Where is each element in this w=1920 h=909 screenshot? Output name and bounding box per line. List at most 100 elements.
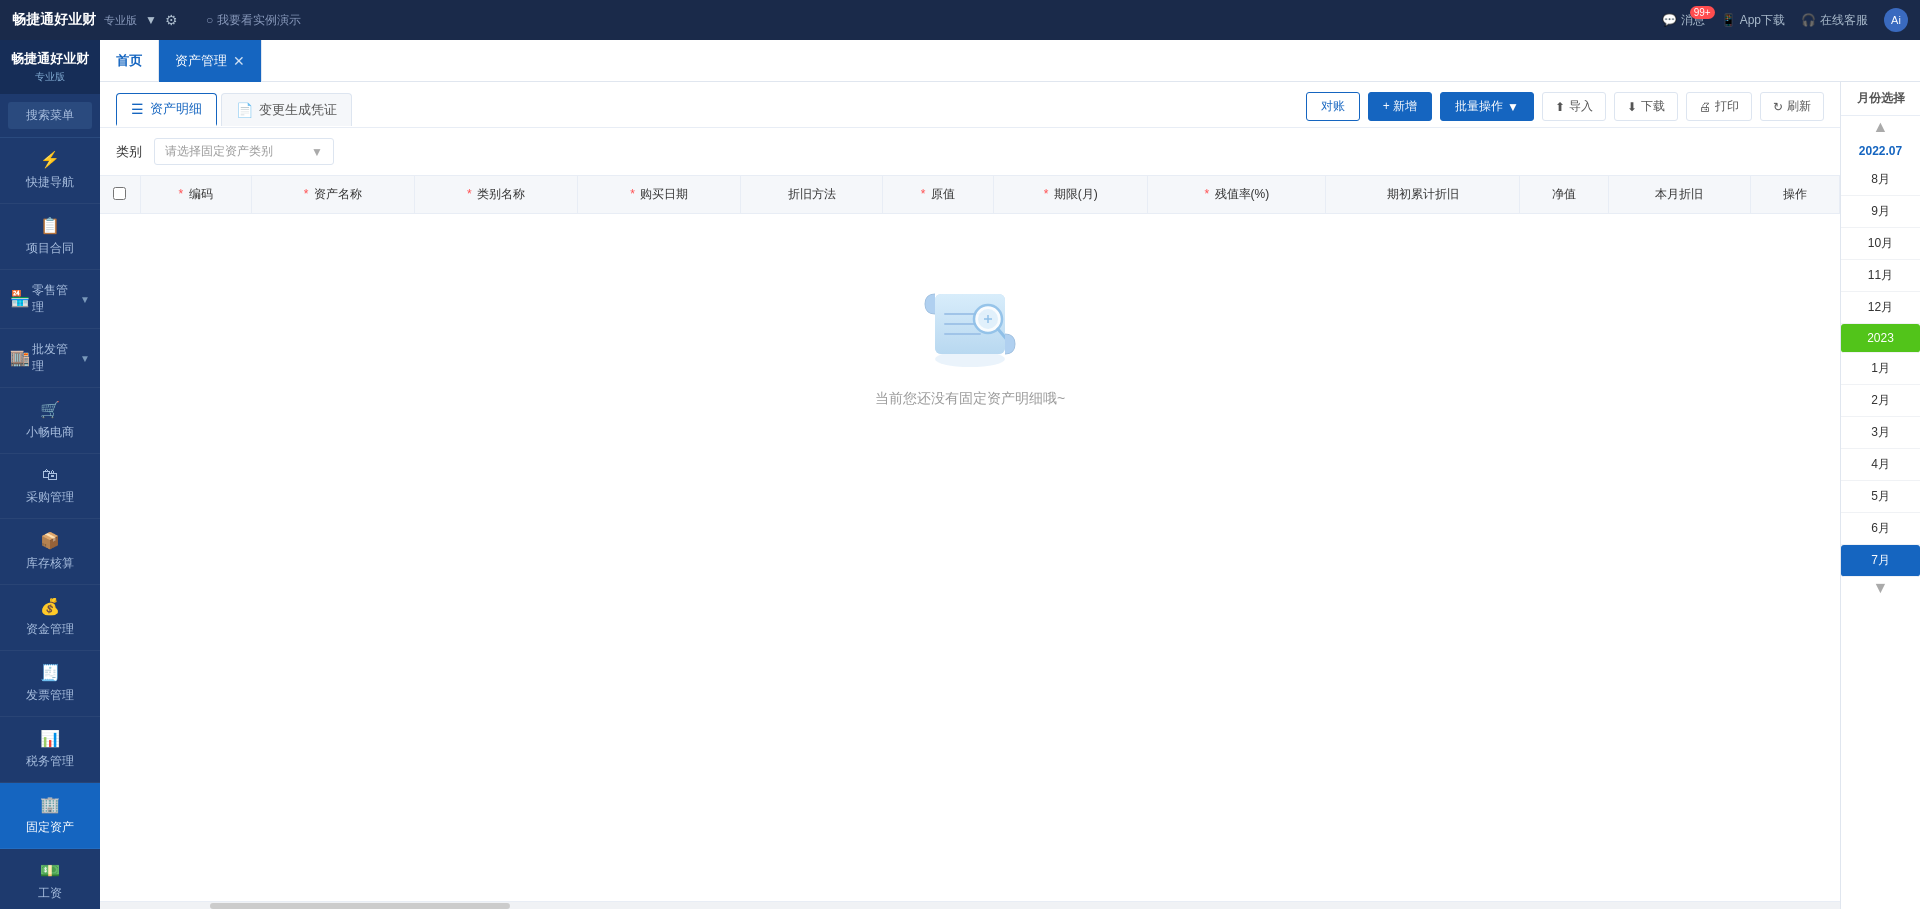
demo-label: 我要看实例演示 [217, 12, 301, 29]
month-item[interactable]: 1月 [1841, 353, 1920, 385]
th-net-value: 净值 [1519, 176, 1608, 214]
asset-detail-label: 资产明细 [150, 100, 202, 118]
app-title: 畅捷通好业财 [12, 11, 96, 29]
sub-tab-change-voucher[interactable]: 📄 变更生成凭证 [221, 93, 352, 126]
sidebar-item-tax-mgmt[interactable]: 📊 税务管理 [0, 717, 100, 783]
th-category: * 类别名称 [414, 176, 577, 214]
demo-link[interactable]: ○ 我要看实例演示 [206, 12, 301, 29]
sidebar: 畅捷通好业财 专业版 搜索菜单 ⚡ 快捷导航 📋 项目合同 🏪 零售管理 ▼ 🏬… [0, 40, 100, 909]
company-dropdown[interactable]: ▼ [145, 13, 157, 27]
th-period-label: 期限(月) [1054, 187, 1098, 201]
sub-tab-left: ☰ 资产明细 📄 变更生成凭证 [116, 93, 352, 126]
fund-icon: 💰 [40, 597, 60, 616]
sidebar-item-quick-nav[interactable]: ⚡ 快捷导航 [0, 138, 100, 204]
online-service-btn[interactable]: 🎧 在线客服 [1801, 12, 1868, 29]
month-down-arrow[interactable]: ▼ [1873, 579, 1889, 597]
month-item[interactable]: 3月 [1841, 417, 1920, 449]
add-btn[interactable]: + 新增 [1368, 92, 1432, 121]
download-label: 下载 [1641, 98, 1665, 115]
month-item[interactable]: 11月 [1841, 260, 1920, 292]
bottom-scrollbar[interactable] [100, 901, 1840, 909]
th-original-value-label: 原值 [931, 187, 955, 201]
th-category-label: 类别名称 [477, 187, 525, 201]
filter-placeholder: 请选择固定资产类别 [165, 143, 273, 160]
user-avatar[interactable]: Ai [1884, 8, 1908, 32]
month-nav-up-btn[interactable]: ▲ [1841, 116, 1920, 138]
sidebar-item-ecommerce[interactable]: 🛒 小畅电商 [0, 388, 100, 454]
sidebar-logo-text: 畅捷通好业财 [11, 50, 89, 68]
refresh-icon: ↻ [1773, 100, 1783, 114]
sidebar-item-project-contract[interactable]: 📋 项目合同 [0, 204, 100, 270]
sidebar-item-retail-mgmt[interactable]: 🏪 零售管理 ▼ [0, 270, 100, 329]
app-download-label: App下载 [1740, 12, 1785, 29]
sidebar-item-label: 零售管理 [32, 282, 77, 316]
main-panel: ☰ 资产明细 📄 变更生成凭证 对账 + 新增 批量操作 ▼ [100, 82, 1840, 909]
retail-label-row: 🏪 零售管理 [10, 282, 77, 316]
top-bar: 畅捷通好业财 专业版 ▼ ⚙ ○ 我要看实例演示 💬 消息 99+ 📱 App下… [0, 0, 1920, 40]
table-header-row: * 编码 * 资产名称 * 类别名称 [100, 176, 1840, 214]
month-item[interactable]: 2023 [1841, 324, 1920, 353]
sidebar-item-invoice-mgmt[interactable]: 🧾 发票管理 [0, 651, 100, 717]
select-all-checkbox[interactable] [113, 187, 126, 200]
filter-category-label: 类别 [116, 143, 142, 161]
purchase-icon: 🛍 [42, 466, 58, 484]
demo-circle-icon: ○ [206, 13, 213, 27]
th-residual-rate-label: 残值率(%) [1215, 187, 1270, 201]
th-accumulated-depreciation: 期初累计折旧 [1326, 176, 1520, 214]
sidebar-item-fixed-assets[interactable]: 🏢 固定资产 [0, 783, 100, 849]
sidebar-item-purchase-mgmt[interactable]: 🛍 采购管理 [0, 454, 100, 519]
top-bar-right: 💬 消息 99+ 📱 App下载 🎧 在线客服 Ai [1662, 8, 1908, 32]
month-item[interactable]: 12月 [1841, 292, 1920, 324]
wholesale-icon: 🏬 [10, 348, 30, 367]
empty-state-text: 当前您还没有固定资产明细哦~ [875, 390, 1065, 408]
top-bar-left: 畅捷通好业财 专业版 ▼ ⚙ ○ 我要看实例演示 [12, 11, 301, 29]
reconcile-btn[interactable]: 对账 [1306, 92, 1360, 121]
th-residual-rate: * 残值率(%) [1148, 176, 1326, 214]
settings-icon[interactable]: ⚙ [165, 12, 178, 28]
sidebar-item-payroll[interactable]: 💵 工资 [0, 849, 100, 909]
app-download-icon: 📱 [1721, 13, 1736, 27]
filter-category-select[interactable]: 请选择固定资产类别 ▼ [154, 138, 334, 165]
sidebar-item-fund-mgmt[interactable]: 💰 资金管理 [0, 585, 100, 651]
month-item[interactable]: 2月 [1841, 385, 1920, 417]
month-item[interactable]: 8月 [1841, 164, 1920, 196]
sub-tab-actions: 对账 + 新增 批量操作 ▼ ⬆ 导入 ⬇ 下载 [1306, 92, 1824, 127]
sidebar-item-wholesale-mgmt[interactable]: 🏬 批发管理 ▼ [0, 329, 100, 388]
app-download-btn[interactable]: 📱 App下载 [1721, 12, 1785, 29]
tab-asset-mgmt[interactable]: 资产管理 ✕ [159, 40, 262, 82]
month-up-arrow[interactable]: ▲ [1873, 118, 1889, 136]
tab-home[interactable]: 首页 [100, 40, 159, 82]
month-item[interactable]: 6月 [1841, 513, 1920, 545]
chevron-down-icon-2: ▼ [80, 353, 90, 364]
month-item[interactable]: 7月 [1841, 545, 1920, 577]
th-accumulated-label: 期初累计折旧 [1387, 187, 1459, 201]
search-menu-btn[interactable]: 搜索菜单 [8, 102, 92, 129]
sidebar-item-label: 税务管理 [26, 753, 74, 770]
print-label: 打印 [1715, 98, 1739, 115]
refresh-btn[interactable]: ↻ 刷新 [1760, 92, 1824, 121]
month-item[interactable]: 4月 [1841, 449, 1920, 481]
filter-arrow-icon: ▼ [311, 145, 323, 159]
quick-nav-icon: ⚡ [40, 150, 60, 169]
month-item[interactable]: 9月 [1841, 196, 1920, 228]
app-edition: 专业版 [104, 13, 137, 28]
download-btn[interactable]: ⬇ 下载 [1614, 92, 1678, 121]
scroll-thumb[interactable] [210, 903, 510, 909]
month-panel-header: 月份选择 [1841, 82, 1920, 116]
print-btn[interactable]: 🖨 打印 [1686, 92, 1752, 121]
home-tab-label: 首页 [116, 52, 142, 70]
th-purchase-date-label: 购买日期 [640, 187, 688, 201]
sub-tab-asset-detail[interactable]: ☰ 资产明细 [116, 93, 217, 126]
sidebar-item-inventory[interactable]: 📦 库存核算 [0, 519, 100, 585]
month-nav-down-btn[interactable]: ▼ [1841, 577, 1920, 599]
change-voucher-label: 变更生成凭证 [259, 101, 337, 119]
month-year-label: 2022.07 [1841, 138, 1920, 164]
batch-btn[interactable]: 批量操作 ▼ [1440, 92, 1534, 121]
message-btn[interactable]: 💬 消息 99+ [1662, 12, 1705, 29]
tab-close-icon[interactable]: ✕ [233, 53, 245, 69]
import-label: 导入 [1569, 98, 1593, 115]
month-item[interactable]: 10月 [1841, 228, 1920, 260]
page-content: ☰ 资产明细 📄 变更生成凭证 对账 + 新增 批量操作 ▼ [100, 82, 1920, 909]
import-btn[interactable]: ⬆ 导入 [1542, 92, 1606, 121]
month-item[interactable]: 5月 [1841, 481, 1920, 513]
